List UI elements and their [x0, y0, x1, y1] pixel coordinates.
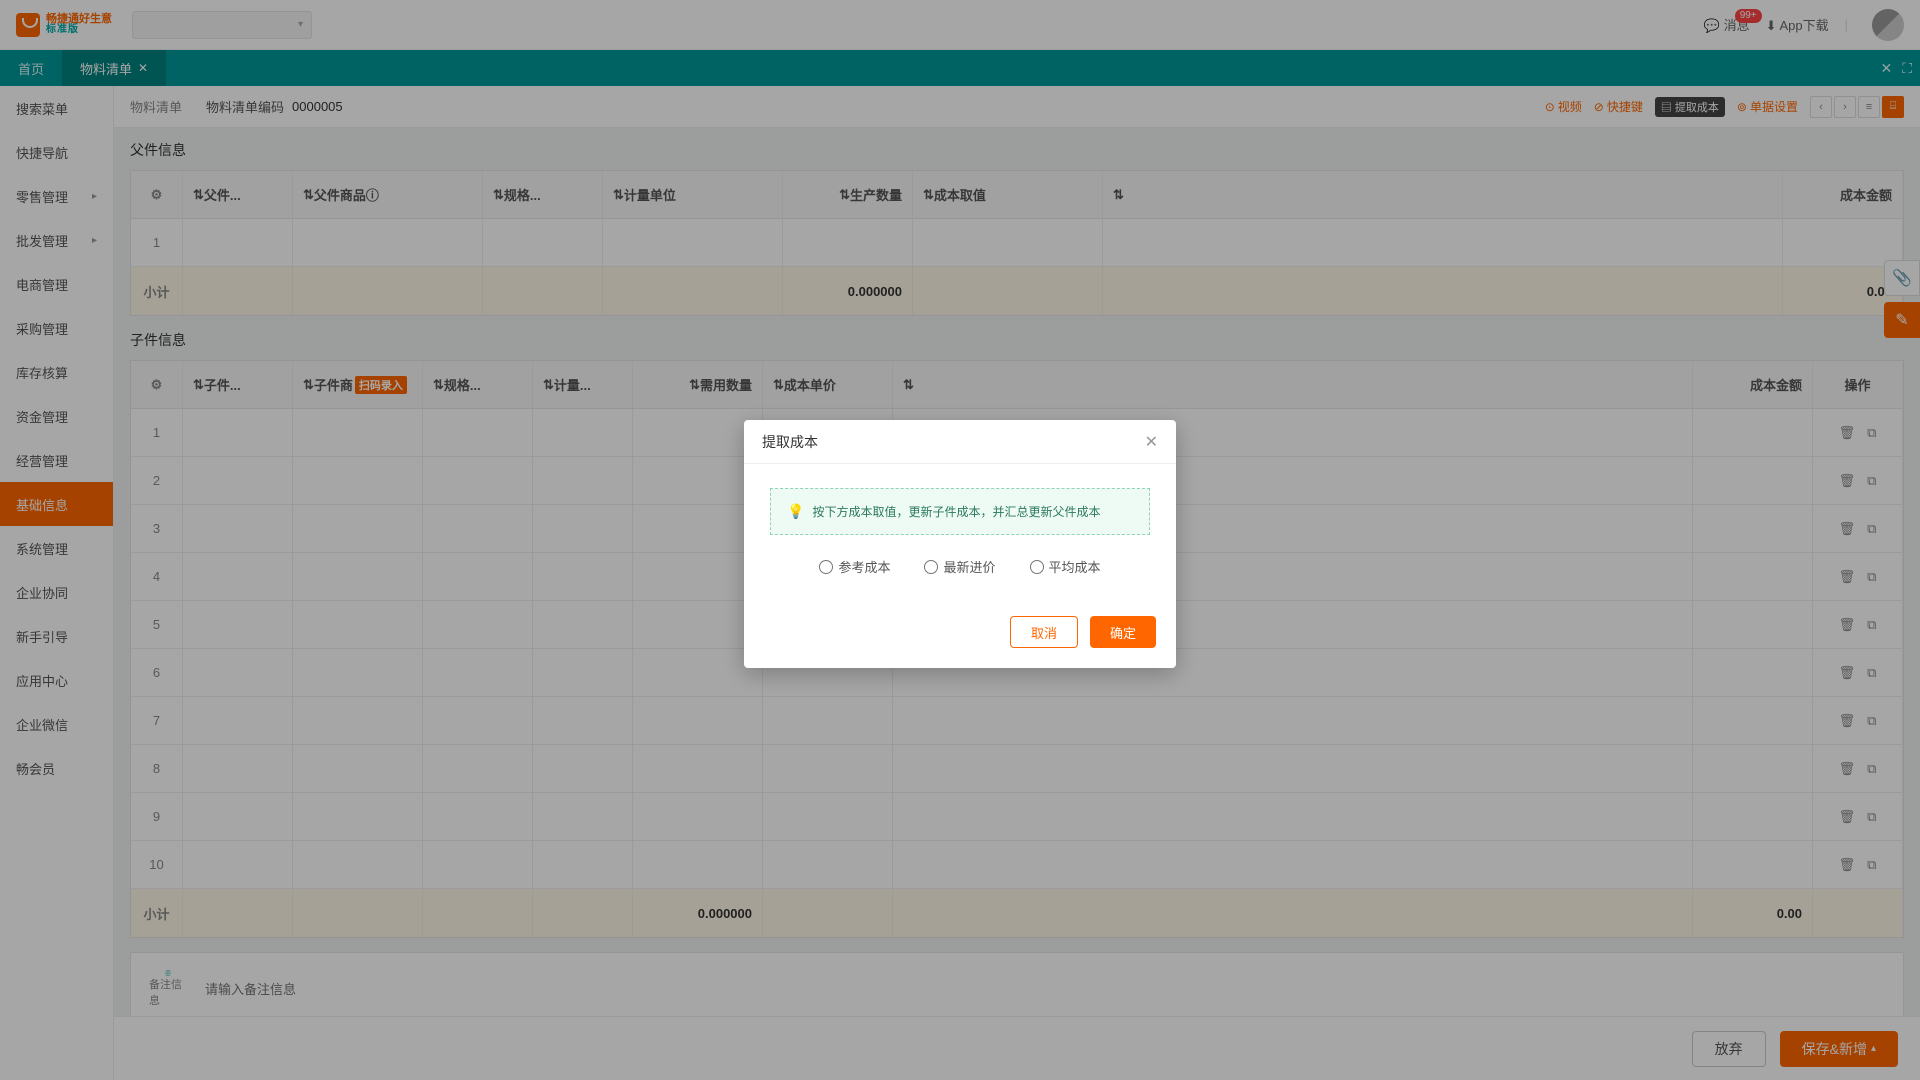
radio-group: 参考成本 最新进价 平均成本	[770, 557, 1150, 576]
radio-avg-cost[interactable]: 平均成本	[1030, 557, 1101, 576]
ok-button[interactable]: 确定	[1090, 616, 1156, 648]
modal-footer: 取消 确定	[744, 602, 1176, 668]
modal-header: 提取成本 ✕	[744, 420, 1176, 464]
radio-latest-price[interactable]: 最新进价	[924, 557, 995, 576]
bulb-icon: 💡	[787, 503, 804, 520]
modal-title: 提取成本	[762, 432, 818, 452]
modal-body: 💡 按下方成本取值，更新子件成本，并汇总更新父件成本 参考成本 最新进价 平均成…	[744, 464, 1176, 602]
modal-mask[interactable]: 提取成本 ✕ 💡 按下方成本取值，更新子件成本，并汇总更新父件成本 参考成本 最…	[0, 0, 1920, 1080]
radio-ref-cost[interactable]: 参考成本	[819, 557, 890, 576]
close-icon[interactable]: ✕	[1145, 432, 1158, 452]
extract-cost-modal: 提取成本 ✕ 💡 按下方成本取值，更新子件成本，并汇总更新父件成本 参考成本 最…	[744, 420, 1176, 668]
modal-tip: 💡 按下方成本取值，更新子件成本，并汇总更新父件成本	[770, 488, 1150, 535]
cancel-button[interactable]: 取消	[1010, 616, 1078, 648]
